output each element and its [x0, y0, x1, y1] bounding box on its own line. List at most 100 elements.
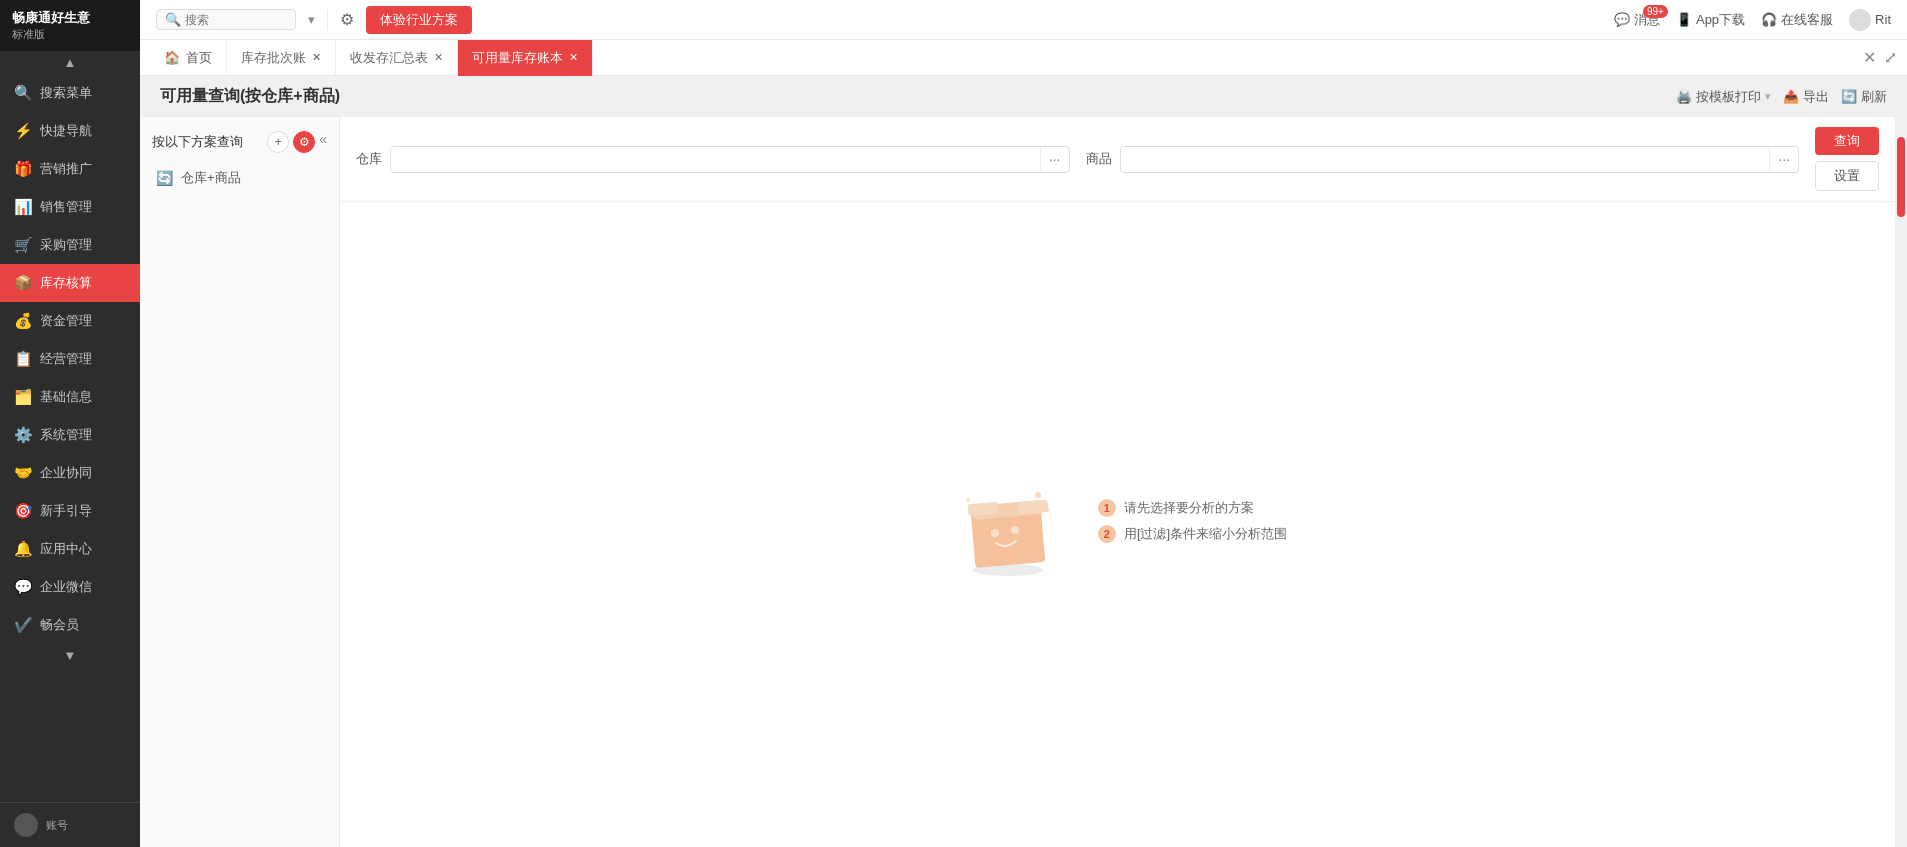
filter-add-btn[interactable]: +: [267, 131, 289, 153]
topbar-search-box[interactable]: 🔍: [156, 9, 296, 30]
tab-receive-summary[interactable]: 收发存汇总表 ✕: [336, 40, 458, 76]
gear-icon[interactable]: ⚙: [340, 10, 354, 29]
inventory-icon: 📦: [14, 274, 32, 292]
service-label: 在线客服: [1781, 11, 1833, 29]
system-icon: ⚙️: [14, 426, 32, 444]
sidebar-item-label: 新手引导: [40, 502, 92, 520]
sidebar-item-sales[interactable]: 📊 销售管理: [0, 188, 140, 226]
warehouse-label: 仓库: [356, 150, 382, 168]
chevron-down-icon[interactable]: ▾: [1765, 90, 1771, 103]
sidebar-item-member[interactable]: ✔️ 畅会员: [0, 606, 140, 644]
query-settings-btn[interactable]: 设置: [1815, 161, 1879, 191]
warehouse-ellipsis-btn[interactable]: ···: [1040, 147, 1069, 171]
print-btn[interactable]: 🖨️ 按模板打印 ▾: [1676, 88, 1771, 106]
query-fields: 仓库 ··· 商品 ··· 查询 设置: [340, 117, 1895, 202]
filter-collapse-btn[interactable]: «: [319, 131, 327, 153]
sidebar-item-basic[interactable]: 🗂️ 基础信息: [0, 378, 140, 416]
sidebar-item-guide[interactable]: 🎯 新手引导: [0, 492, 140, 530]
page-header: 可用量查询(按仓库+商品) 🖨️ 按模板打印 ▾ 📤 导出 🔄 刷新: [140, 76, 1907, 117]
sidebar-item-shortcut[interactable]: ⚡ 快捷导航: [0, 112, 140, 150]
product-input-wrap[interactable]: ···: [1120, 146, 1800, 173]
refresh-label: 刷新: [1861, 88, 1887, 106]
sidebar-item-label: 销售管理: [40, 198, 92, 216]
empty-svg: [948, 465, 1068, 585]
sidebar-item-search[interactable]: 🔍 搜索菜单: [0, 74, 140, 112]
tab-available-ledger[interactable]: 可用量库存账本 ✕: [458, 40, 593, 76]
sidebar-item-finance[interactable]: 💰 资金管理: [0, 302, 140, 340]
member-icon: ✔️: [14, 616, 32, 634]
sidebar-item-marketing[interactable]: 🎁 营销推广: [0, 150, 140, 188]
chevron-down-icon[interactable]: ▾: [308, 12, 315, 27]
sales-icon: 📊: [14, 198, 32, 216]
filter-item-warehouse-product[interactable]: 🔄 仓库+商品: [140, 161, 339, 195]
tab-batch-account[interactable]: 库存批次账 ✕: [227, 40, 336, 76]
sidebar-item-label: 搜索菜单: [40, 84, 92, 102]
sidebar-item-label: 资金管理: [40, 312, 92, 330]
sidebar-item-enterprise[interactable]: 🤝 企业协同: [0, 454, 140, 492]
warehouse-input[interactable]: [391, 147, 1040, 172]
sidebar-item-system[interactable]: ⚙️ 系统管理: [0, 416, 140, 454]
sidebar-item-apps[interactable]: 🔔 应用中心: [0, 530, 140, 568]
page-title: 可用量查询(按仓库+商品): [160, 86, 340, 107]
step1-num: 1: [1098, 499, 1116, 517]
marketing-icon: 🎁: [14, 160, 32, 178]
online-service-btn[interactable]: 🎧 在线客服: [1761, 11, 1833, 29]
trial-btn[interactable]: 体验行业方案: [366, 6, 472, 34]
scroll-thumb[interactable]: [1897, 137, 1905, 217]
tab-close-btn[interactable]: ✕: [1863, 48, 1876, 67]
apps-icon: 🔔: [14, 540, 32, 558]
right-scrollbar[interactable]: [1895, 117, 1907, 847]
message-badge: 99+: [1643, 5, 1668, 18]
warehouse-input-wrap[interactable]: ···: [390, 146, 1070, 173]
tab-receive-summary-label: 收发存汇总表: [350, 49, 428, 67]
empty-text: 1 请先选择要分析的方案 2 用[过滤]条件来缩小分析范围: [1098, 499, 1287, 551]
user-menu-btn[interactable]: Rit: [1849, 9, 1891, 31]
print-label: 按模板打印: [1696, 88, 1761, 106]
export-label: 导出: [1803, 88, 1829, 106]
sidebar-item-wechat[interactable]: 💬 企业微信: [0, 568, 140, 606]
tab-batch-account-label: 库存批次账: [241, 49, 306, 67]
product-ellipsis-btn[interactable]: ···: [1769, 147, 1798, 171]
export-icon: 📤: [1783, 89, 1799, 104]
topbar: 🔍 ▾ ⚙ 体验行业方案 💬 消息 99+ 📱 App下载 🎧 在线客服 Ri: [140, 0, 1907, 40]
query-search-btn[interactable]: 查询: [1815, 127, 1879, 155]
tab-available-ledger-close[interactable]: ✕: [569, 51, 578, 64]
purchase-icon: 🛒: [14, 236, 32, 254]
tab-available-ledger-label: 可用量库存账本: [472, 49, 563, 67]
sidebar-item-inventory[interactable]: 📦 库存核算: [0, 264, 140, 302]
tab-expand-btn[interactable]: ⤢: [1884, 48, 1897, 67]
sidebar-item-label: 库存核算: [40, 274, 92, 292]
sidebar-item-purchase[interactable]: 🛒 采购管理: [0, 226, 140, 264]
filter-sidebar: 按以下方案查询 + ⚙ « 🔄 仓库+商品: [140, 117, 340, 847]
settings-icon: ⚙: [299, 135, 310, 149]
message-icon: 💬: [1614, 12, 1630, 27]
product-input[interactable]: [1121, 147, 1770, 172]
app-subtitle: 标准版: [12, 27, 128, 41]
filter-header-actions: + ⚙ «: [267, 131, 327, 153]
scroll-up-btn[interactable]: ▲: [0, 51, 140, 74]
tab-batch-account-close[interactable]: ✕: [312, 51, 321, 64]
export-btn[interactable]: 📤 导出: [1783, 88, 1829, 106]
search-input[interactable]: [185, 13, 285, 27]
scroll-down-btn[interactable]: ▼: [0, 644, 140, 667]
product-label: 商品: [1086, 150, 1112, 168]
app-icon: 📱: [1676, 12, 1692, 27]
sidebar-item-label: 基础信息: [40, 388, 92, 406]
tab-home[interactable]: 🏠 首页: [150, 40, 227, 76]
filter-settings-btn[interactable]: ⚙: [293, 131, 315, 153]
sidebar-footer: 账号: [0, 802, 140, 847]
refresh-btn[interactable]: 🔄 刷新: [1841, 88, 1887, 106]
app-download-btn[interactable]: 📱 App下载: [1676, 11, 1745, 29]
user-avatar: [14, 813, 38, 837]
sidebar: 畅康通好生意 标准版 ▲ 🔍 搜索菜单 ⚡ 快捷导航 🎁 营销推广 📊 销售管理…: [0, 0, 140, 847]
tab-receive-summary-close[interactable]: ✕: [434, 51, 443, 64]
print-icon: 🖨️: [1676, 89, 1692, 104]
operation-icon: 📋: [14, 350, 32, 368]
sidebar-item-label: 采购管理: [40, 236, 92, 254]
step2-num: 2: [1098, 525, 1116, 543]
sidebar-item-operation[interactable]: 📋 经营管理: [0, 340, 140, 378]
home-icon: 🏠: [164, 50, 180, 65]
tabs-actions: ✕ ⤢: [1863, 48, 1897, 67]
query-area: 仓库 ··· 商品 ··· 查询 设置: [340, 117, 1895, 847]
message-btn[interactable]: 💬 消息 99+: [1614, 11, 1660, 29]
